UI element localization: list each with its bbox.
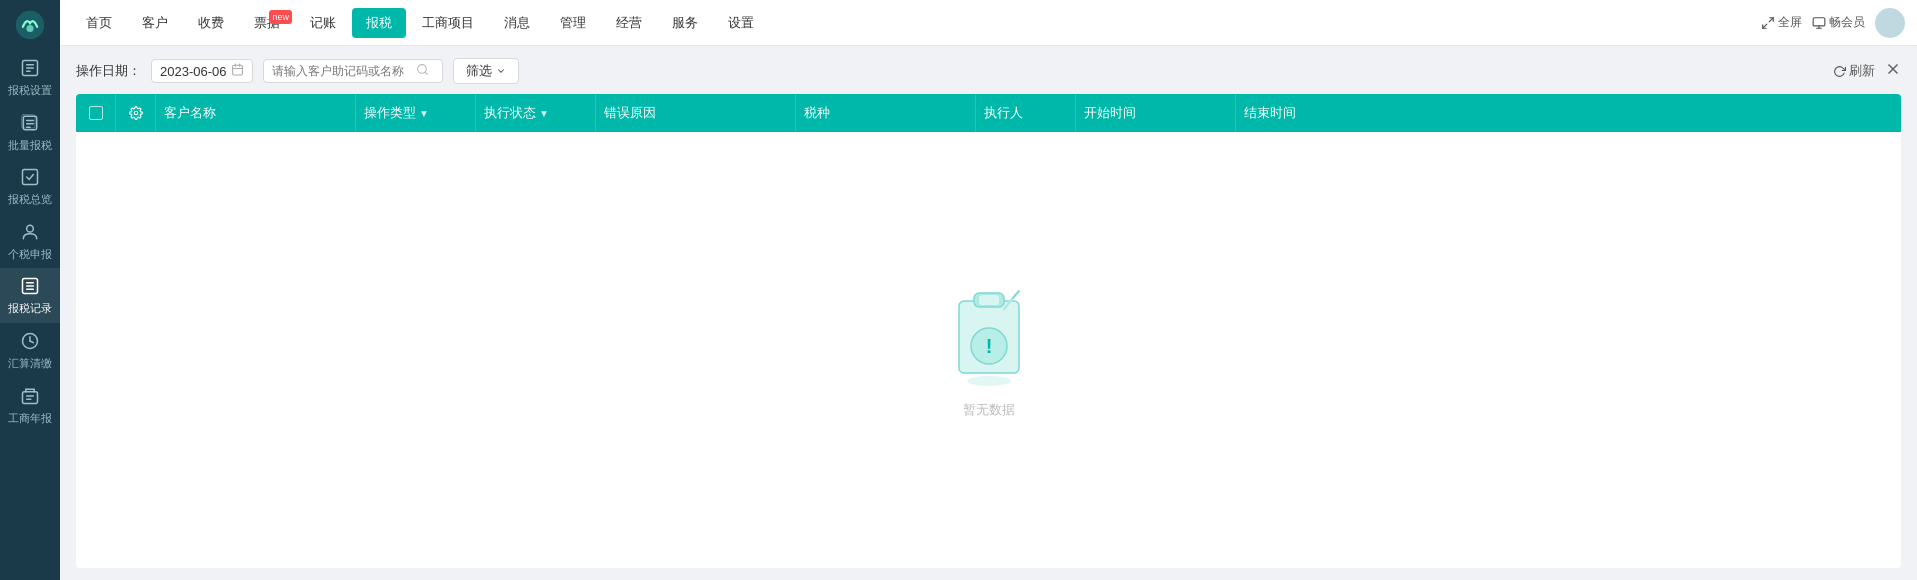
sidebar-item-tax-records[interactable]: 报税记录 (0, 268, 60, 323)
member-label: 畅会员 (1829, 14, 1865, 31)
sidebar-item-settlement[interactable]: 汇算清缴 (0, 323, 60, 378)
svg-rect-11 (23, 170, 38, 185)
sidebar-logo (0, 0, 60, 50)
sidebar-item-tax-settings-label: 报税设置 (8, 84, 52, 97)
svg-rect-20 (23, 391, 38, 403)
tax-settings-icon (20, 58, 40, 81)
th-operation-type[interactable]: 操作类型 ▼ (356, 94, 476, 132)
th-settings[interactable] (116, 94, 156, 132)
fullscreen-label: 全屏 (1778, 14, 1802, 31)
date-value: 2023-06-06 (160, 64, 227, 79)
annual-report-icon (20, 386, 40, 409)
svg-line-24 (1763, 24, 1767, 28)
search-box[interactable] (263, 59, 443, 83)
tax-summary-icon (20, 167, 40, 190)
table-body: ! 暂无数据 (76, 132, 1901, 568)
calendar-icon (231, 63, 244, 79)
select-all-checkbox[interactable] (89, 106, 103, 120)
top-navigation: 首页 客户 收费 票据 new 记账 报税 工商项目 消息 管理 经营 服务 设… (60, 0, 1917, 46)
empty-text: 暂无数据 (963, 401, 1015, 419)
user-avatar[interactable] (1875, 8, 1905, 38)
svg-line-33 (425, 72, 427, 74)
nav-items: 首页 客户 收费 票据 new 记账 报税 工商项目 消息 管理 经营 服务 设… (72, 8, 1761, 38)
th-customer-name: 客户名称 (156, 94, 356, 132)
sidebar-item-tax-summary-label: 报税总览 (8, 193, 52, 206)
search-icon[interactable] (416, 63, 429, 79)
th-execution-status[interactable]: 执行状态 ▼ (476, 94, 596, 132)
close-button[interactable] (1885, 61, 1901, 81)
th-executor: 执行人 (976, 94, 1076, 132)
nav-item-accounting[interactable]: 记账 (296, 8, 350, 38)
fullscreen-button[interactable]: 全屏 (1761, 14, 1802, 31)
svg-rect-25 (1813, 17, 1825, 25)
svg-text:!: ! (985, 335, 992, 357)
nav-item-tax[interactable]: 报税 (352, 8, 406, 38)
batch-tax-icon (20, 113, 40, 136)
filter-label: 筛选 (466, 62, 492, 80)
content-area: 操作日期： 2023-06-06 筛选 (60, 46, 1917, 580)
sidebar-item-batch-tax-label: 批量报税 (8, 139, 52, 152)
refresh-label: 刷新 (1849, 62, 1875, 80)
table-header: 客户名称 操作类型 ▼ 执行状态 ▼ 错误原因 税种 执行人 (76, 94, 1901, 132)
tax-records-icon (20, 276, 40, 299)
nav-item-business[interactable]: 工商项目 (408, 8, 488, 38)
svg-rect-28 (232, 65, 242, 75)
search-input[interactable] (272, 64, 412, 78)
filter-chevron-icon (496, 64, 506, 79)
sidebar-item-tax-settings[interactable]: 报税设置 (0, 50, 60, 105)
nav-item-service[interactable]: 服务 (658, 8, 712, 38)
svg-line-23 (1769, 17, 1773, 21)
nav-item-message[interactable]: 消息 (490, 8, 544, 38)
nav-item-settings[interactable]: 设置 (714, 8, 768, 38)
nav-item-billing[interactable]: 收费 (184, 8, 238, 38)
settlement-icon (20, 331, 40, 354)
th-checkbox[interactable] (76, 94, 116, 132)
svg-line-19 (30, 341, 33, 343)
topnav-right: 全屏 畅会员 (1761, 8, 1905, 38)
svg-rect-39 (979, 295, 999, 305)
member-button[interactable]: 畅会员 (1812, 14, 1865, 31)
empty-state: ! 暂无数据 (76, 132, 1901, 568)
operation-type-sort-icon: ▼ (419, 108, 429, 119)
th-tax-type: 税种 (796, 94, 976, 132)
th-start-time: 开始时间 (1076, 94, 1236, 132)
data-table: 客户名称 操作类型 ▼ 执行状态 ▼ 错误原因 税种 执行人 (76, 94, 1901, 568)
svg-point-44 (967, 376, 1011, 386)
nav-item-operation[interactable]: 经营 (602, 8, 656, 38)
date-picker[interactable]: 2023-06-06 (151, 59, 253, 83)
invoice-badge: new (269, 10, 292, 24)
sidebar-item-annual-report[interactable]: 工商年报 (0, 378, 60, 433)
svg-point-36 (134, 111, 138, 115)
sidebar-item-annual-report-label: 工商年报 (8, 412, 52, 425)
sidebar-item-tax-summary[interactable]: 报税总览 (0, 159, 60, 214)
sidebar-item-tax-records-label: 报税记录 (8, 302, 52, 315)
sidebar-item-personal-tax[interactable]: 个税申报 (0, 214, 60, 269)
sidebar: 报税设置 批量报税 报税总览 个税申报 (0, 0, 60, 580)
personal-tax-icon (20, 222, 40, 245)
main-area: 首页 客户 收费 票据 new 记账 报税 工商项目 消息 管理 经营 服务 设… (60, 0, 1917, 580)
nav-item-management[interactable]: 管理 (546, 8, 600, 38)
toolbar: 操作日期： 2023-06-06 筛选 (76, 58, 1901, 84)
th-end-time: 结束时间 (1236, 94, 1356, 132)
th-error-reason: 错误原因 (596, 94, 796, 132)
svg-line-42 (1012, 291, 1019, 299)
empty-illustration: ! (944, 281, 1034, 391)
sidebar-item-settlement-label: 汇算清缴 (8, 357, 52, 370)
nav-item-invoice[interactable]: 票据 new (240, 8, 294, 38)
svg-point-12 (27, 225, 34, 232)
sidebar-item-personal-tax-label: 个税申报 (8, 248, 52, 261)
toolbar-right: 刷新 (1833, 61, 1901, 81)
filter-button[interactable]: 筛选 (453, 58, 519, 84)
nav-item-customer[interactable]: 客户 (128, 8, 182, 38)
nav-item-home[interactable]: 首页 (72, 8, 126, 38)
execution-status-sort-icon: ▼ (539, 108, 549, 119)
refresh-button[interactable]: 刷新 (1833, 62, 1875, 80)
date-label: 操作日期： (76, 62, 141, 80)
svg-point-1 (26, 25, 33, 32)
sidebar-item-batch-tax[interactable]: 批量报税 (0, 105, 60, 160)
